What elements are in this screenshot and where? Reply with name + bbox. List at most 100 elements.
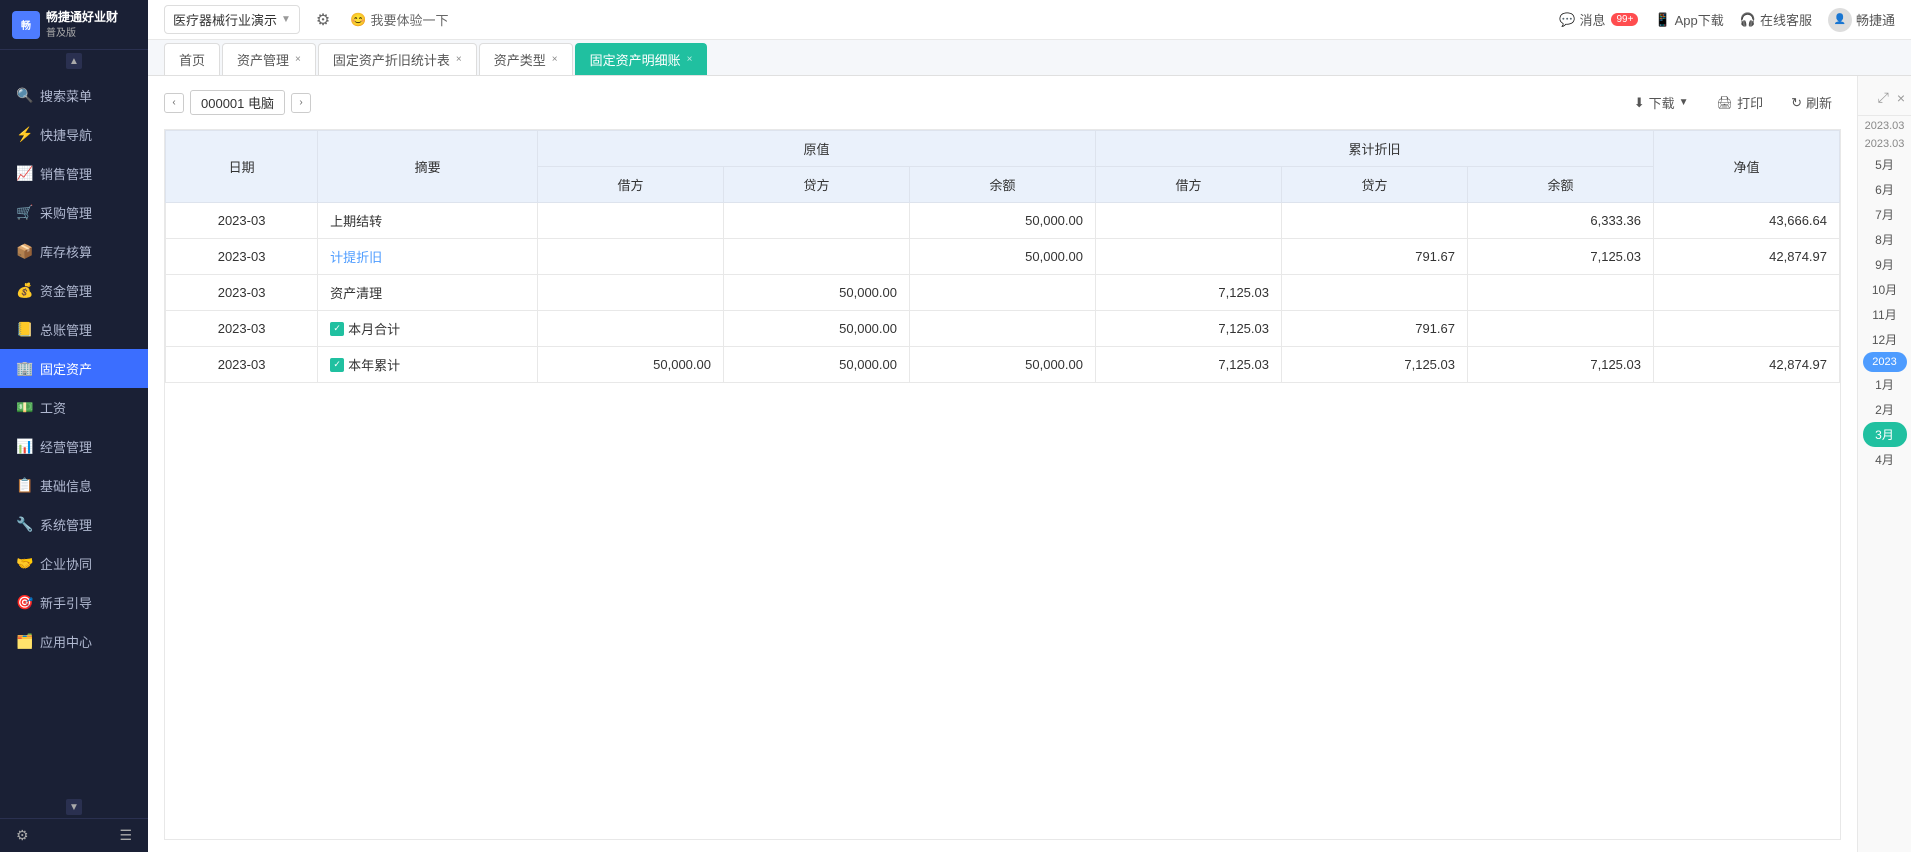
col-orig-balance: 余额 (909, 167, 1095, 203)
cell-orig-debit (537, 275, 723, 311)
app-download-icon: 📱 (1654, 12, 1670, 28)
sales-icon: 📈 (16, 165, 32, 182)
cell-memo: 资产清理 (318, 275, 538, 311)
timeline-month-item[interactable]: 4月 (1863, 447, 1907, 472)
sidebar-item-label: 搜索菜单 (40, 86, 92, 105)
timeline-month-item[interactable]: 5月 (1863, 152, 1907, 177)
timeline-month-item[interactable]: 12月 (1863, 327, 1907, 352)
col-accum-debit: 借方 (1095, 167, 1281, 203)
sidebar-item-sales[interactable]: 📈 销售管理 (0, 154, 148, 193)
cell-orig-credit (723, 239, 909, 275)
sidebar-item-search[interactable]: 🔍 搜索菜单 (0, 76, 148, 115)
message-icon: 💬 (1559, 12, 1575, 28)
tab-assets[interactable]: 资产管理 × (222, 43, 316, 75)
sidebar-item-inventory[interactable]: 📦 库存核算 (0, 232, 148, 271)
timeline-month-item[interactable]: 7月 (1863, 202, 1907, 227)
cell-memo[interactable]: 计提折旧 (318, 239, 538, 275)
timeline-month-item[interactable]: 10月 (1863, 277, 1907, 302)
tab-detail[interactable]: 固定资产明细账 × (575, 43, 708, 75)
sidebar-item-label: 基础信息 (40, 476, 92, 495)
timeline-month-item[interactable]: 3月 (1863, 422, 1907, 447)
cell-orig-balance (909, 311, 1095, 347)
sidebar-item-capital[interactable]: 💰 资金管理 (0, 271, 148, 310)
timeline-month-item[interactable]: 2月 (1863, 397, 1907, 422)
user-label: 畅捷通 (1856, 10, 1895, 29)
sidebar-item-business[interactable]: 📊 经营管理 (0, 427, 148, 466)
timeline-month-item[interactable]: 8月 (1863, 227, 1907, 252)
timeline-top-label2: 2023.03 (1863, 136, 1907, 152)
sidebar-item-fixedasset[interactable]: 🏢 固定资产 (0, 349, 148, 388)
sidebar-item-collab[interactable]: 🤝 企业协同 (0, 544, 148, 583)
cell-accum-credit (1281, 275, 1467, 311)
sidebar-item-ledger[interactable]: 📒 总账管理 (0, 310, 148, 349)
app-download-button[interactable]: 📱 App下载 (1654, 10, 1723, 29)
settings-bottom-icon[interactable]: ⚙ (16, 827, 29, 844)
message-button[interactable]: 💬 消息 99+ (1559, 10, 1638, 29)
timeline-year-label[interactable]: 2023 (1863, 352, 1907, 372)
asset-next-button[interactable]: › (291, 93, 311, 113)
panel-expand-icon[interactable]: ⤢ (1876, 87, 1891, 108)
sidebar-item-system[interactable]: 🔧 系统管理 (0, 505, 148, 544)
topbar-experience[interactable]: 😊 我要体验一下 (350, 10, 448, 29)
inventory-icon: 📦 (16, 243, 32, 260)
panel-close-icon[interactable]: × (1895, 88, 1907, 108)
sidebar-item-label: 新手引导 (40, 593, 92, 612)
appstore-icon: 🗂️ (16, 633, 32, 650)
sidebar-item-payroll[interactable]: 💵 工资 (0, 388, 148, 427)
table-row: 2023-03✓本月合计50,000.007,125.03791.67 (166, 311, 1840, 347)
payroll-icon: 💵 (16, 399, 32, 416)
topbar-right: 💬 消息 99+ 📱 App下载 🎧 在线客服 👤 畅捷通 (1559, 8, 1895, 32)
asset-prev-button[interactable]: ‹ (164, 93, 184, 113)
timeline-month-item[interactable]: 11月 (1863, 302, 1907, 327)
sidebar-item-quicknav[interactable]: ⚡ 快捷导航 (0, 115, 148, 154)
sidebar-logo: 畅 畅捷通好业财 普及版 (0, 0, 148, 50)
scroll-down-button[interactable]: ▼ (66, 799, 82, 815)
sidebar-scroll-down[interactable]: ▼ (0, 796, 148, 818)
logo-icon: 畅 (12, 11, 40, 39)
sidebar-item-guide[interactable]: 🎯 新手引导 (0, 583, 148, 622)
tab-detail-close-icon[interactable]: × (687, 54, 693, 65)
sidebar-scroll-up[interactable]: ▲ (0, 50, 148, 72)
print-button[interactable]: 🖨 打印 (1708, 88, 1773, 117)
cell-orig-debit (537, 311, 723, 347)
tab-depreciation[interactable]: 固定资产折旧统计表 × (318, 43, 477, 75)
menu-toggle-icon[interactable]: ☰ (119, 827, 132, 844)
sidebar-item-basic[interactable]: 📋 基础信息 (0, 466, 148, 505)
sidebar-item-label: 库存核算 (40, 242, 92, 261)
download-arrow-icon: ▼ (1679, 97, 1689, 108)
timeline-month-item[interactable]: 1月 (1863, 372, 1907, 397)
timeline-month-item[interactable]: 9月 (1863, 252, 1907, 277)
col-accumulated: 累计折旧 (1095, 131, 1653, 167)
col-date: 日期 (166, 131, 318, 203)
sidebar-item-appstore[interactable]: 🗂️ 应用中心 (0, 622, 148, 661)
tab-home[interactable]: 首页 (164, 43, 220, 75)
tab-home-label: 首页 (179, 50, 205, 69)
company-selector[interactable]: 医疗器械行业演示 ▼ (164, 5, 300, 34)
topbar-settings-icon[interactable]: ⚙ (316, 10, 330, 30)
support-button[interactable]: 🎧 在线客服 (1740, 10, 1812, 29)
user-menu[interactable]: 👤 畅捷通 (1828, 8, 1895, 32)
content-area: ‹ 000001 电脑 › ⬇ 下载 ▼ 🖨 打印 ↻ (148, 76, 1911, 852)
tab-depreciation-close-icon[interactable]: × (456, 54, 462, 65)
collab-icon: 🤝 (16, 555, 32, 572)
download-button[interactable]: ⬇ 下载 ▼ (1625, 88, 1698, 117)
toolbar-actions: ⬇ 下载 ▼ 🖨 打印 ↻ 刷新 (1625, 88, 1841, 117)
cell-orig-debit: 50,000.00 (537, 347, 723, 383)
refresh-label: 刷新 (1806, 93, 1832, 112)
tab-assettype-close-icon[interactable]: × (552, 54, 558, 65)
cell-accum-balance (1467, 311, 1653, 347)
table-row: 2023-03资产清理50,000.007,125.03 (166, 275, 1840, 311)
sidebar-item-purchase[interactable]: 🛒 采购管理 (0, 193, 148, 232)
table-row: 2023-03计提折旧50,000.00791.677,125.0342,874… (166, 239, 1840, 275)
cell-memo: 上期结转 (318, 203, 538, 239)
tab-bar: 首页 资产管理 × 固定资产折旧统计表 × 资产类型 × 固定资产明细账 × (148, 40, 1911, 76)
scroll-up-button[interactable]: ▲ (66, 53, 82, 69)
timeline-month-item[interactable]: 6月 (1863, 177, 1907, 202)
download-label: 下载 (1649, 93, 1675, 112)
sidebar-item-label: 经营管理 (40, 437, 92, 456)
company-arrow-icon: ▼ (281, 14, 291, 25)
tab-assettype[interactable]: 资产类型 × (479, 43, 573, 75)
tab-assets-close-icon[interactable]: × (295, 54, 301, 65)
support-label: 在线客服 (1760, 10, 1812, 29)
refresh-button[interactable]: ↻ 刷新 (1782, 88, 1841, 117)
